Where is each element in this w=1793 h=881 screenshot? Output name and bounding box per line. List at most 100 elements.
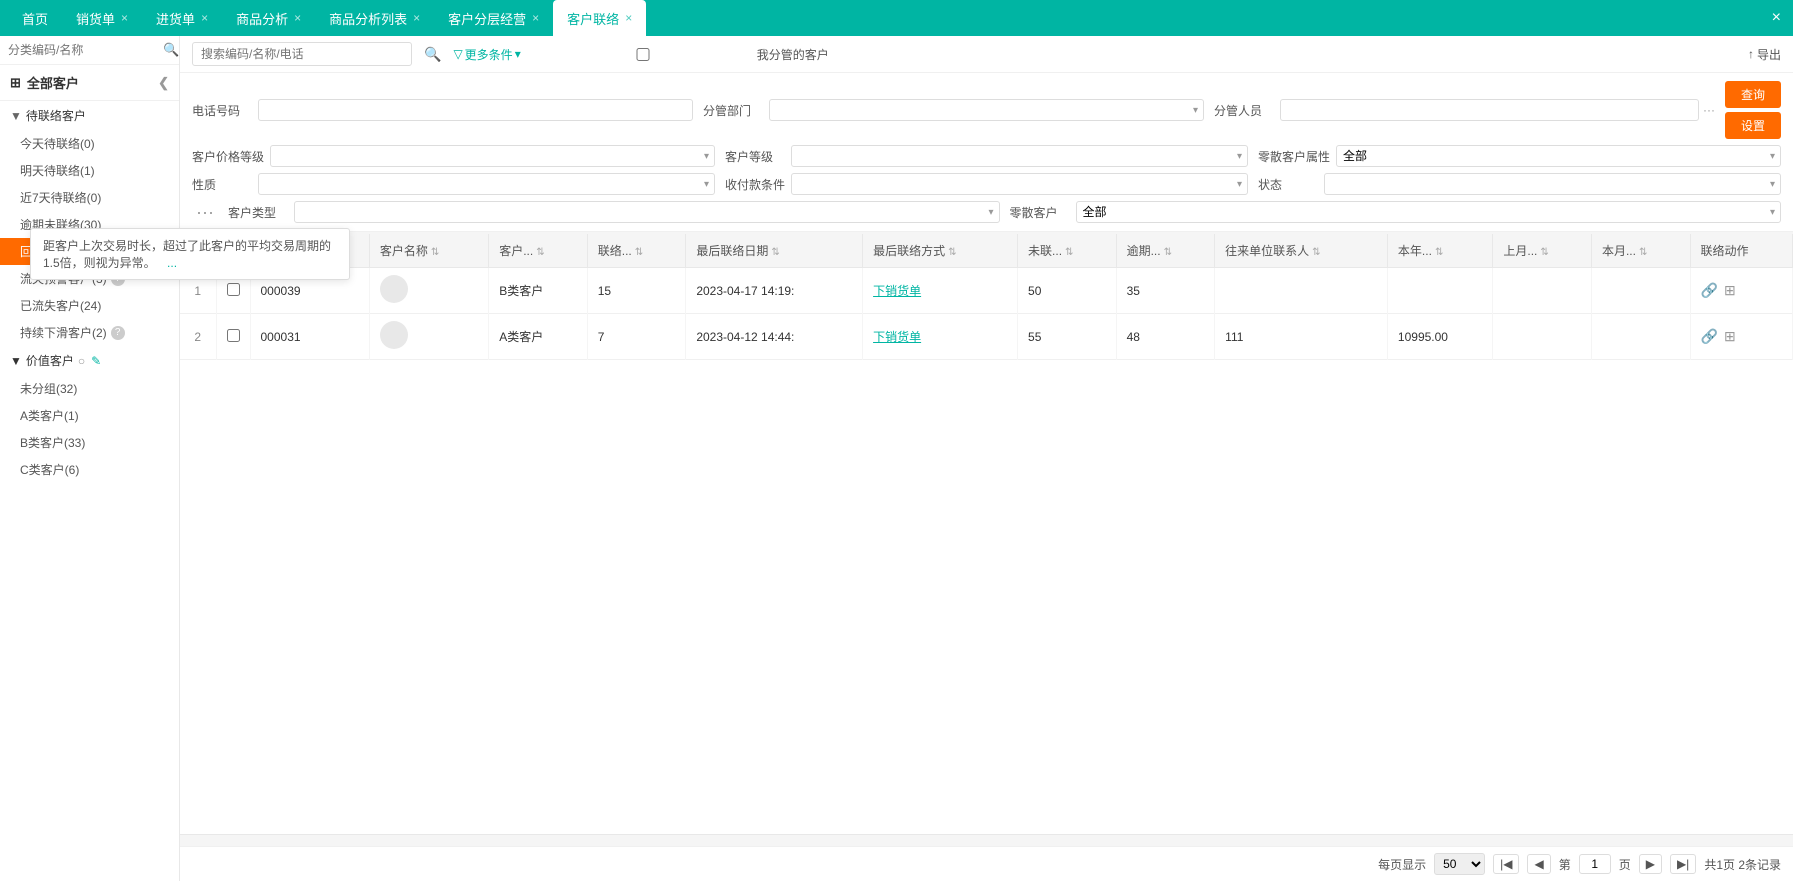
action-menu-icon[interactable]: ⊞	[1724, 328, 1736, 345]
filter-row-2: 客户价格等级 ▾ 客户等级 ▾ 零散客户属性	[192, 145, 1781, 167]
row-checkbox[interactable]	[227, 329, 240, 342]
col-last-contact-date: 最后联络日期⇅	[686, 234, 863, 268]
my-customers-input[interactable]	[533, 48, 753, 61]
nav-sales-order[interactable]: 销货单 ×	[62, 0, 142, 36]
payment-field: 收付款条件 ▾	[725, 173, 1248, 195]
table-footer: 每页显示 50 10 20 100 |◀ ◀ 第 页 ▶ ▶| 共1页 2条记录	[180, 846, 1793, 881]
price-level-field: 客户价格等级 ▾	[192, 145, 715, 167]
sidebar-item-tomorrow[interactable]: 明天待联络(1)	[0, 157, 179, 184]
dept-select-wrapper: ▾	[769, 99, 1204, 121]
first-page-button[interactable]: |◀	[1493, 854, 1519, 874]
prev-page-button[interactable]: ◀	[1527, 854, 1550, 874]
search-input[interactable]	[192, 42, 412, 66]
sidebar-item-lost-customers[interactable]: 已流失客户(24)	[0, 292, 179, 319]
settings-button[interactable]: 设置	[1725, 112, 1781, 139]
sort-last-month-icon[interactable]: ⇅	[1540, 247, 1548, 258]
payment-select[interactable]	[791, 173, 1248, 195]
customer-type-select[interactable]	[294, 201, 1000, 223]
nav-home[interactable]: 首页	[8, 0, 62, 36]
settings-circle-icon[interactable]: ○	[78, 354, 85, 368]
per-page-select[interactable]: 50 10 20 100	[1434, 853, 1485, 875]
row-name	[369, 314, 488, 360]
pending-contact-group[interactable]: ▼ 待联络客户	[0, 101, 179, 130]
status-select[interactable]	[1324, 173, 1781, 195]
sidebar-item-today[interactable]: 今天待联络(0)	[0, 130, 179, 157]
query-button[interactable]: 查询	[1725, 81, 1781, 108]
row-actions-cell: 🔗 ⊞	[1690, 314, 1792, 360]
phone-input[interactable]	[258, 99, 693, 121]
action-menu-icon[interactable]: ⊞	[1724, 282, 1736, 299]
manager-input[interactable]	[1280, 99, 1699, 121]
close-all-tabs-button[interactable]: ×	[1772, 9, 1781, 27]
nav-product-analysis-list[interactable]: 商品分析列表 ×	[315, 0, 434, 36]
dept-select[interactable]	[769, 99, 1204, 121]
more-conditions-button[interactable]: ▽ 更多条件 ▾	[453, 46, 520, 63]
action-link-icon[interactable]: 🔗	[1701, 328, 1718, 345]
action-link-icon[interactable]: 🔗	[1701, 282, 1718, 299]
retail-attr-select[interactable]: 全部	[1336, 145, 1781, 167]
page-number-input[interactable]	[1579, 854, 1611, 874]
next-page-button[interactable]: ▶	[1639, 854, 1662, 874]
retail-customer-field: 零散客户 全部 ▾	[1010, 201, 1782, 223]
row-company-contact	[1215, 268, 1388, 314]
last-method-link[interactable]: 下销货单	[873, 330, 921, 344]
sort-month-icon[interactable]: ⇅	[1639, 247, 1647, 258]
close-customer-contact-icon[interactable]: ×	[625, 11, 632, 25]
sort-level-icon[interactable]: ⇅	[536, 247, 544, 258]
nav-purchase-order[interactable]: 进货单 ×	[142, 0, 222, 36]
gender-select[interactable]	[258, 173, 715, 195]
filter-row-3: 性质 ▾ 收付款条件 ▾ 状态	[192, 173, 1781, 195]
row-contact-count: 15	[587, 268, 686, 314]
sidebar-item-class-a[interactable]: A类客户(1)	[0, 402, 179, 429]
close-customer-segment-icon[interactable]: ×	[532, 11, 539, 25]
sort-method-icon[interactable]: ⇅	[948, 247, 956, 258]
sidebar-search-input[interactable]	[8, 43, 163, 57]
sidebar-item-class-c[interactable]: C类客户(6)	[0, 456, 179, 483]
nav-customer-contact[interactable]: 客户联络 ×	[553, 0, 646, 36]
row-company-contact: 111	[1215, 314, 1388, 360]
edit-value-customers-icon[interactable]: ✎	[91, 354, 101, 368]
sidebar-item-7days[interactable]: 近7天待联络(0)	[0, 184, 179, 211]
last-page-button[interactable]: ▶|	[1670, 854, 1696, 874]
sidebar-item-unclassified[interactable]: 未分组(32)	[0, 375, 179, 402]
sort-name-icon[interactable]: ⇅	[431, 247, 439, 258]
last-method-link[interactable]: 下销货单	[873, 284, 921, 298]
grid-icon: ⊞	[10, 75, 21, 91]
sort-company-icon[interactable]: ⇅	[1312, 247, 1320, 258]
sort-uncontacted-icon[interactable]: ⇅	[1065, 247, 1073, 258]
row-last-date: 2023-04-17 14:19:	[686, 268, 863, 314]
sidebar-all-customers[interactable]: ⊞ 全部客户 ❮	[0, 65, 179, 101]
close-purchase-order-icon[interactable]: ×	[201, 11, 208, 25]
my-customers-checkbox[interactable]: 我分管的客户	[533, 46, 829, 63]
search-button[interactable]: 🔍	[424, 46, 441, 63]
manager-more-icon[interactable]: ···	[1703, 103, 1715, 117]
close-product-analysis-list-icon[interactable]: ×	[413, 11, 420, 25]
row-last-month	[1493, 314, 1592, 360]
retail-customer-select[interactable]: 全部	[1076, 201, 1782, 223]
sidebar-item-class-b[interactable]: B类客户(33)	[0, 429, 179, 456]
export-button[interactable]: ↑ 导出	[1748, 46, 1781, 63]
close-product-analysis-icon[interactable]: ×	[294, 11, 301, 25]
nav-customer-segment[interactable]: 客户分层经营 ×	[434, 0, 553, 36]
nav-product-analysis[interactable]: 商品分析 ×	[222, 0, 315, 36]
close-sales-order-icon[interactable]: ×	[121, 11, 128, 25]
sidebar-search-icon[interactable]: 🔍	[163, 42, 179, 58]
sidebar-item-declining[interactable]: 持续下滑客户(2) ?	[0, 319, 179, 346]
row-last-method: 下销货单	[863, 268, 1018, 314]
value-customers-section: ▼ 价值客户 ○ ✎	[0, 346, 179, 375]
main-layout: 🔍 ⊞ 全部客户 ❮ ▼ 待联络客户 今天待联络(0) 明天待联络(1) 近7天…	[0, 36, 1793, 881]
bottom-scrollbar[interactable]	[180, 834, 1793, 846]
row-checkbox[interactable]	[227, 283, 240, 296]
collapse-sidebar-icon[interactable]: ❮	[158, 75, 169, 91]
pending-contact-arrow-icon: ▼	[10, 109, 22, 123]
tooltip-more-link[interactable]: ...	[167, 256, 177, 270]
price-level-select[interactable]	[270, 145, 715, 167]
sort-year-icon[interactable]: ⇅	[1435, 247, 1443, 258]
row-num: 2	[180, 314, 216, 360]
sort-overdue-icon[interactable]: ⇅	[1164, 247, 1172, 258]
sort-date-icon[interactable]: ⇅	[771, 247, 779, 258]
col-last-contact-method: 最后联络方式⇅	[863, 234, 1018, 268]
customer-level-select[interactable]	[791, 145, 1248, 167]
sort-contact-icon[interactable]: ⇅	[635, 247, 643, 258]
filter-more-button[interactable]: ···	[192, 202, 218, 223]
